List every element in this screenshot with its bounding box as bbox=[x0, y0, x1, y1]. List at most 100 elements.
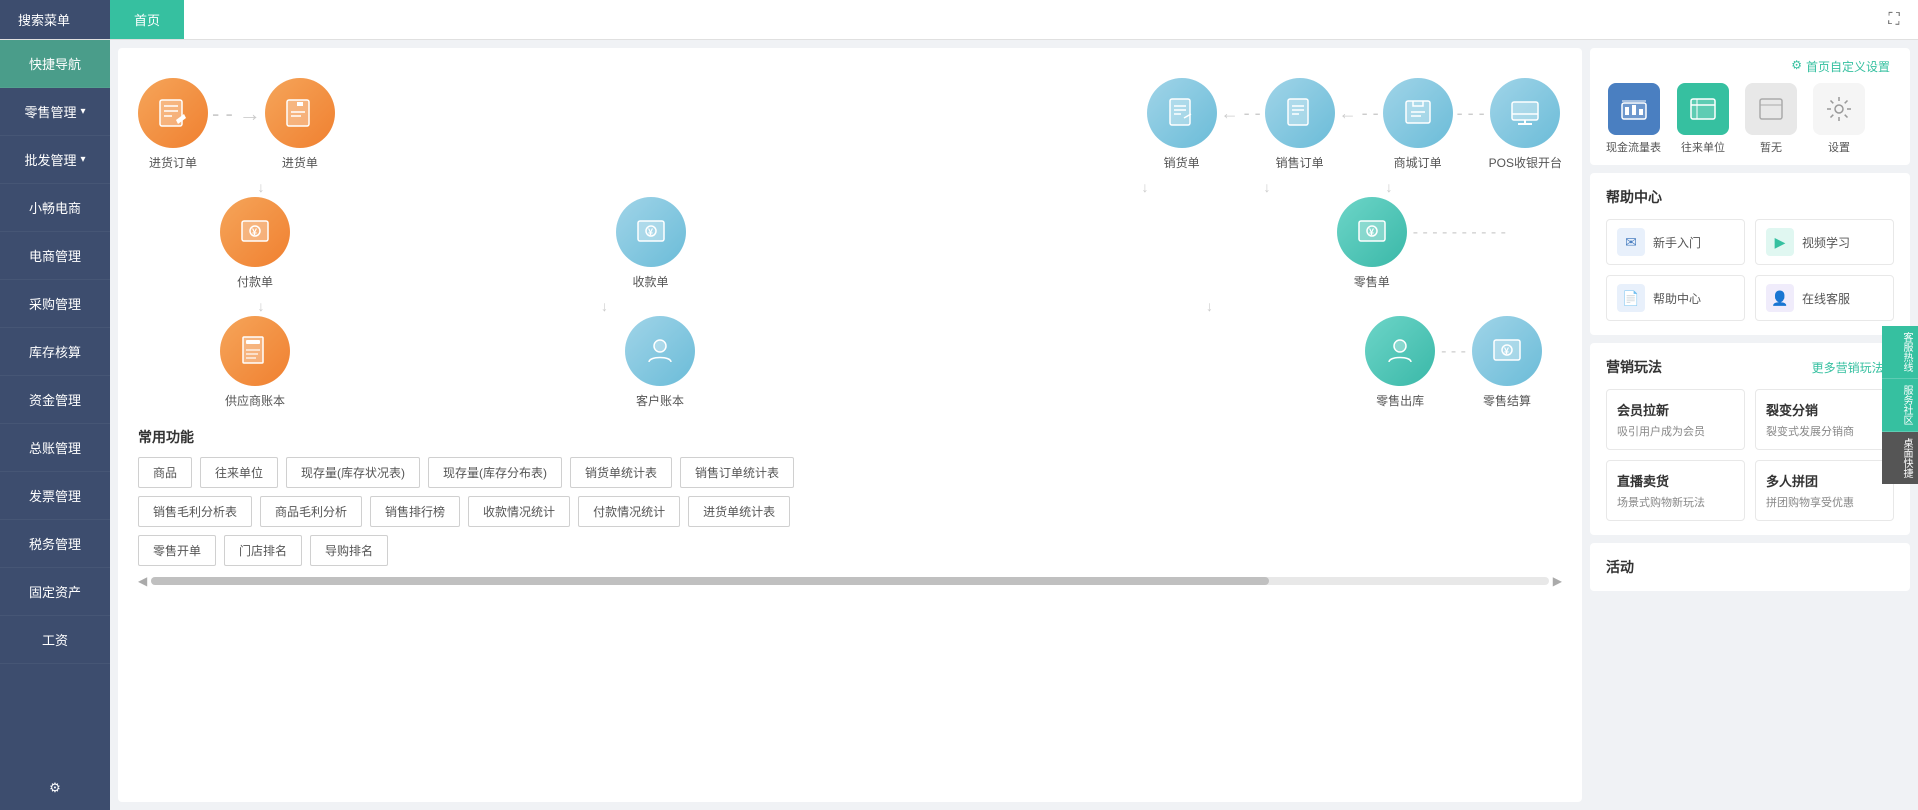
node-circle-kehu bbox=[625, 316, 695, 386]
float-btn-desktop[interactable]: 桌面快捷 bbox=[1882, 432, 1918, 484]
node-lingshou-jiesuan[interactable]: ¥ 零售结算 bbox=[1472, 316, 1542, 409]
func-btn-xiaoshou-stat[interactable]: 销售订单统计表 bbox=[680, 457, 794, 488]
sidebar-item-finance[interactable]: 资金管理 bbox=[0, 376, 110, 424]
node-pos[interactable]: POS收银开台 bbox=[1489, 78, 1562, 171]
help-item-help[interactable]: 📄 帮助中心 bbox=[1606, 275, 1745, 321]
help-text: 帮助中心 bbox=[1653, 290, 1701, 307]
marketing-item-group[interactable]: 多人拼团 拼团购物享受优惠 bbox=[1755, 460, 1894, 521]
marketing-title: 营销玩法 bbox=[1606, 357, 1662, 377]
right-panel: ⚙ 首页自定义设置 bbox=[1590, 48, 1910, 802]
sidebar-item-label: 库存核算 bbox=[29, 342, 81, 361]
func-btn-paihang[interactable]: 销售排行榜 bbox=[370, 496, 460, 527]
func-btn-xiancun2[interactable]: 现存量(库存分布表) bbox=[428, 457, 562, 488]
func-btn-maoli1[interactable]: 销售毛利分析表 bbox=[138, 496, 252, 527]
v-arrow-pos bbox=[1480, 179, 1562, 195]
sidebar-item-ecommerce-mgmt[interactable]: 电商管理 bbox=[0, 232, 110, 280]
help-icon-mail: ✉ bbox=[1617, 228, 1645, 256]
quick-icons-panel: ⚙ 首页自定义设置 bbox=[1590, 48, 1910, 165]
node-fukuan-dan[interactable]: ¥ 付款单 bbox=[220, 197, 290, 290]
sidebar-item-label: 固定资产 bbox=[29, 582, 81, 601]
sidebar-item-salary[interactable]: 工资 bbox=[0, 616, 110, 664]
node-lingshou-dan[interactable]: ¥ 零售单 bbox=[1337, 197, 1407, 290]
search-menu-button[interactable]: 搜索菜单 bbox=[0, 0, 110, 39]
sidebar-item-wholesale[interactable]: 批发管理 ▾ bbox=[0, 136, 110, 184]
float-btn-community[interactable]: 服务社区 bbox=[1882, 379, 1918, 432]
node-shangcheng-dingdan[interactable]: 商城订单 bbox=[1383, 78, 1453, 171]
sidebar-item-ledger[interactable]: 总账管理 bbox=[0, 424, 110, 472]
tab-home[interactable]: 首页 bbox=[110, 0, 184, 39]
func-btn-jinhuo-stat[interactable]: 进货单统计表 bbox=[688, 496, 790, 527]
func-btn-lingshou-open[interactable]: 零售开单 bbox=[138, 535, 216, 566]
content-row: 进货订单 - - → bbox=[110, 40, 1918, 810]
node-label: 进货订单 bbox=[149, 154, 197, 171]
node-label: 商城订单 bbox=[1394, 154, 1442, 171]
node-lingshou-chuku[interactable]: 零售出库 bbox=[1365, 316, 1435, 409]
node-gongyingshang-zhangben[interactable]: 供应商账本 bbox=[220, 316, 290, 409]
func-btn-xiancun1[interactable]: 现存量(库存状况表) bbox=[286, 457, 420, 488]
left-panel: 进货订单 - - → bbox=[118, 48, 1582, 802]
node-xiaoshou-dingdan[interactable]: 销售订单 bbox=[1265, 78, 1335, 171]
quick-icon-label: 设置 bbox=[1828, 139, 1850, 155]
help-icon-play: ▶ bbox=[1766, 228, 1794, 256]
func-btn-fukuan-stat[interactable]: 付款情况统计 bbox=[578, 496, 680, 527]
common-functions: 常用功能 商品 往来单位 现存量(库存状况表) 现存量(库存分布表) 销货单统计… bbox=[138, 427, 1562, 588]
svg-text:¥: ¥ bbox=[1369, 227, 1374, 237]
v-arrow-lingshou: ↓ bbox=[1169, 298, 1251, 314]
node-shoukuan-dan[interactable]: ¥ 收款单 bbox=[616, 197, 686, 290]
help-icon-doc: 📄 bbox=[1617, 284, 1645, 312]
marketing-panel: 营销玩法 更多营销玩法 > 会员拉新 吸引用户成为会员 裂变分销 裂变式发展分销… bbox=[1590, 343, 1910, 535]
node-xiaohuo-dan[interactable]: 销货单 bbox=[1147, 78, 1217, 171]
dashed-line: - - - bbox=[1457, 103, 1485, 124]
sidebar-item-quicknav[interactable]: 快捷导航 bbox=[0, 40, 110, 88]
quick-icon-settings[interactable]: 设置 bbox=[1813, 83, 1865, 155]
quick-icon-zanwu[interactable]: 暂无 bbox=[1745, 83, 1797, 155]
quick-icon-cashflow[interactable]: 现金流量表 bbox=[1606, 83, 1661, 155]
home-settings-label: 首页自定义设置 bbox=[1806, 58, 1890, 75]
sidebar-item-purchase[interactable]: 采购管理 bbox=[0, 280, 110, 328]
dashed-right: - - - - - - - - - - bbox=[1413, 224, 1506, 242]
func-btn-daogou[interactable]: 导购排名 bbox=[310, 535, 388, 566]
float-btn-service[interactable]: 客服热线 bbox=[1882, 326, 1918, 379]
node-circle-shoukuan: ¥ bbox=[616, 197, 686, 267]
sidebar-settings-button[interactable]: ⚙ bbox=[0, 766, 110, 810]
node-label: 供应商账本 bbox=[225, 392, 285, 409]
sidebar-item-tax[interactable]: 税务管理 bbox=[0, 520, 110, 568]
func-btn-wanglai[interactable]: 往来单位 bbox=[200, 457, 278, 488]
scroll-left-arrow[interactable]: ◀ bbox=[138, 574, 147, 588]
node-label: 付款单 bbox=[237, 273, 273, 290]
scroll-thumb bbox=[151, 577, 1269, 585]
marketing-item-fission[interactable]: 裂变分销 裂变式发展分销商 bbox=[1755, 389, 1894, 450]
node-jinhuo-dingdan[interactable]: 进货订单 bbox=[138, 78, 208, 171]
func-btn-shoukuan-stat[interactable]: 收款情况统计 bbox=[468, 496, 570, 527]
sidebar-item-inventory[interactable]: 库存核算 bbox=[0, 328, 110, 376]
help-item-online-service[interactable]: 👤 在线客服 bbox=[1755, 275, 1894, 321]
sidebar-item-xiaochang[interactable]: 小畅电商 bbox=[0, 184, 110, 232]
quick-icon-wanglai[interactable]: 往来单位 bbox=[1677, 83, 1729, 155]
gear-icon: ⚙ bbox=[49, 780, 61, 795]
home-settings-link[interactable]: ⚙ 首页自定义设置 bbox=[1606, 58, 1894, 75]
marketing-item-membership[interactable]: 会员拉新 吸引用户成为会员 bbox=[1606, 389, 1745, 450]
func-btn-xiaohuo-stat[interactable]: 销货单统计表 bbox=[570, 457, 672, 488]
expand-icon[interactable]: ⛶ bbox=[1880, 6, 1908, 34]
help-item-beginner[interactable]: ✉ 新手入门 bbox=[1606, 219, 1745, 265]
node-jinhuo-dan[interactable]: 进货单 bbox=[265, 78, 335, 171]
sidebar-item-fixed-assets[interactable]: 固定资产 bbox=[0, 568, 110, 616]
node-circle-jiesuan: ¥ bbox=[1472, 316, 1542, 386]
marketing-item-live[interactable]: 直播卖货 场景式购物新玩法 bbox=[1606, 460, 1745, 521]
help-icon-person: 👤 bbox=[1766, 284, 1794, 312]
node-label: POS收银开台 bbox=[1489, 154, 1562, 171]
func-btn-shangpin[interactable]: 商品 bbox=[138, 457, 192, 488]
svg-text:¥: ¥ bbox=[1504, 346, 1509, 356]
func-btn-mendian[interactable]: 门店排名 bbox=[224, 535, 302, 566]
func-btn-maoli2[interactable]: 商品毛利分析 bbox=[260, 496, 362, 527]
scroll-right-arrow[interactable]: ▶ bbox=[1553, 574, 1562, 588]
sidebar-item-retail[interactable]: 零售管理 ▾ bbox=[0, 88, 110, 136]
help-center-panel: 帮助中心 ✉ 新手入门 ▶ 视频学习 📄 帮助中心 👤 bbox=[1590, 173, 1910, 335]
node-label: 零售出库 bbox=[1376, 392, 1424, 409]
node-circle-jinhuo-dingdan bbox=[138, 78, 208, 148]
gear-icon: ⚙ bbox=[1791, 58, 1802, 75]
sidebar-item-invoice[interactable]: 发票管理 bbox=[0, 472, 110, 520]
node-kehu-zhangben[interactable]: 客户账本 bbox=[625, 316, 695, 409]
scrollbar[interactable]: ◀ ▶ bbox=[138, 574, 1562, 588]
help-item-video[interactable]: ▶ 视频学习 bbox=[1755, 219, 1894, 265]
